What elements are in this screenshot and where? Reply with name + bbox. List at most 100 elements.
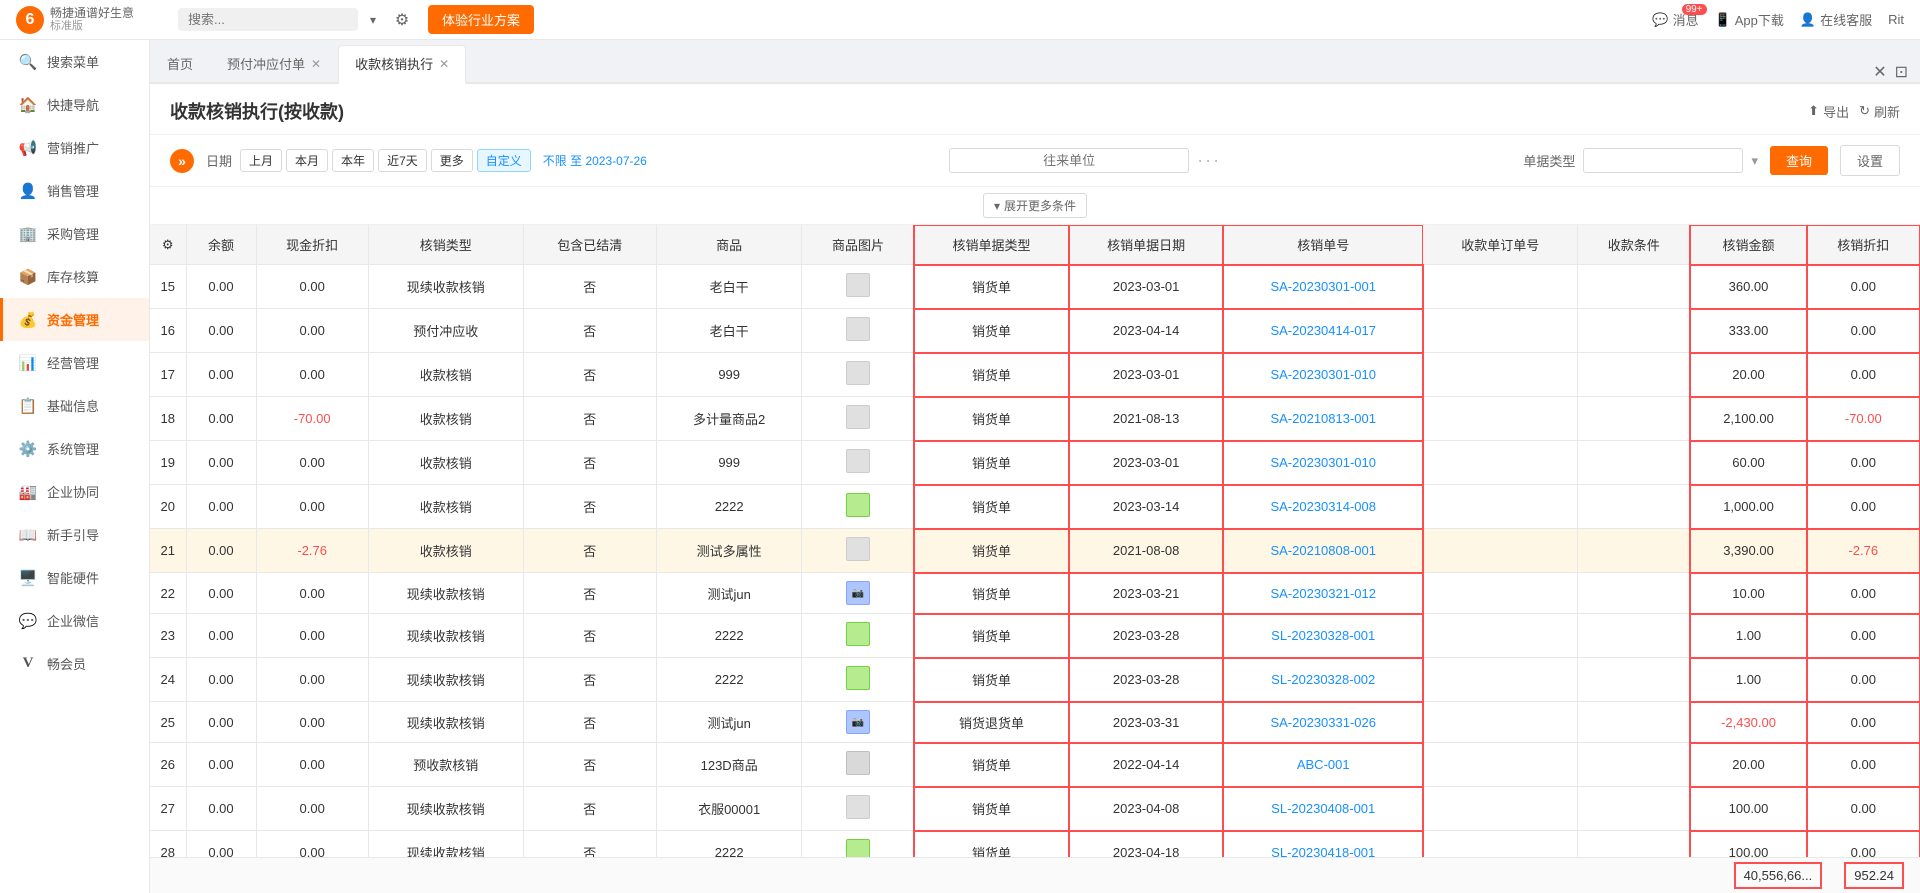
verify-no-link[interactable]: SA-20230301-010 [1270,367,1376,382]
wechat-icon: 💬 [19,612,37,630]
verify-no-link[interactable]: SL-20230408-001 [1271,801,1375,816]
date-btn-more[interactable]: 更多 [431,149,473,172]
verify-no-link[interactable]: SA-20230301-010 [1270,455,1376,470]
table-row[interactable]: 27 0.00 0.00 现续收款核销 否 衣服00001 销货单 2023-0… [150,787,1920,831]
settings-icon[interactable]: ⚙ [388,6,416,34]
date-btn-last-month[interactable]: 上月 [240,149,282,172]
sidebar-item-purchase[interactable]: 🏢 采购管理 [0,212,149,255]
cell-verify-voucher-type: 销货单 [914,614,1069,658]
table-row[interactable]: 18 0.00 -70.00 收款核销 否 多计量商品2 销货单 2021-08… [150,397,1920,441]
cell-verify-voucher-type: 销货单 [914,441,1069,485]
verify-no-link[interactable]: SA-20230321-012 [1270,586,1376,601]
date-btn-this-year[interactable]: 本年 [332,149,374,172]
sidebar-item-operation[interactable]: 📊 经营管理 [0,341,149,384]
verify-no-link[interactable]: ABC-001 [1297,757,1350,772]
verify-no-link[interactable]: SA-20210813-001 [1270,411,1376,426]
expand-more-btn[interactable]: ▾ 展开更多条件 [983,193,1087,218]
verify-no-link[interactable]: SL-20230328-002 [1271,672,1375,687]
refresh-btn[interactable]: ↻ 刷新 [1859,102,1900,121]
sidebar-item-marketing[interactable]: 📢 营销推广 [0,126,149,169]
sidebar-item-search[interactable]: 🔍 搜索菜单 [0,40,149,83]
sidebar-item-corp[interactable]: 🏭 企业协同 [0,470,149,513]
search-input[interactable] [178,8,358,31]
table-row[interactable]: 15 0.00 0.00 现续收款核销 否 老白干 销货单 2023-03-01… [150,265,1920,309]
cell-verify-discount: 0.00 [1807,702,1919,743]
cell-collect-condition [1578,441,1690,485]
table-row[interactable]: 25 0.00 0.00 现续收款核销 否 测试jun 📷 销货退货单 2023… [150,702,1920,743]
voucher-type-dropdown[interactable]: ▾ [1751,153,1758,169]
col-header-collect-order: 收款单订单号 [1423,225,1578,265]
cell-verify-date: 2023-04-08 [1069,787,1224,831]
table-row[interactable]: 24 0.00 0.00 现续收款核销 否 2222 销货单 2023-03-2… [150,658,1920,702]
cell-id: 15 [150,265,186,309]
verify-no-link[interactable]: SA-20230301-001 [1270,279,1376,294]
col-header-settings[interactable]: ⚙ [150,225,186,265]
table-row[interactable]: 20 0.00 0.00 收款核销 否 2222 销货单 2023-03-14 … [150,485,1920,529]
date-btn-custom[interactable]: 自定义 [477,149,531,172]
expand-btn[interactable]: » [170,149,194,173]
sidebar-item-vip[interactable]: V 畅会员 [0,642,149,685]
export-btn[interactable]: ⬆ 导出 [1808,102,1849,121]
tab-collection[interactable]: 收款核销执行 ✕ [338,45,466,84]
cell-verify-amount: 60.00 [1690,441,1807,485]
sidebar-item-quicknav[interactable]: 🏠 快捷导航 [0,83,149,126]
verify-no-link[interactable]: SL-20230328-001 [1271,628,1375,643]
sidebar-item-sales[interactable]: 👤 销售管理 [0,169,149,212]
verify-no-link[interactable]: SA-20230414-017 [1270,323,1376,338]
date-btn-7days[interactable]: 近7天 [378,149,427,172]
filter-dots[interactable]: ··· [1197,150,1221,171]
sidebar-item-guide[interactable]: 📖 新手引导 [0,513,149,556]
cell-collect-condition [1578,831,1690,858]
query-btn[interactable]: 查询 [1770,146,1828,175]
app-download-btn[interactable]: 📱 App下载 [1715,10,1784,29]
verify-no-link[interactable]: SL-20230418-001 [1271,845,1375,857]
export-icon: ⬆ [1808,103,1819,119]
voucher-type-input[interactable] [1583,148,1743,173]
filter-settings-btn[interactable]: 设置 [1840,145,1900,176]
table-row[interactable]: 28 0.00 0.00 现续收款核销 否 2222 销货单 2023-04-1… [150,831,1920,858]
cell-product-img [802,441,914,485]
cell-verify-type: 预付冲应收 [368,309,523,353]
search-dropdown-btn[interactable]: ▾ [370,13,376,27]
table-row[interactable]: 26 0.00 0.00 预收款核销 否 123D商品 销货单 2022-04-… [150,743,1920,787]
verify-no-link[interactable]: SA-20230331-026 [1270,715,1376,730]
cell-verify-date: 2023-03-01 [1069,353,1224,397]
cell-verify-amount: 2,100.00 [1690,397,1807,441]
cell-verify-discount: 0.00 [1807,743,1919,787]
user-btn[interactable]: Rit [1888,12,1904,27]
table-row[interactable]: 22 0.00 0.00 现续收款核销 否 测试jun 📷 销货单 2023-0… [150,573,1920,614]
cell-include-settled: 否 [523,309,657,353]
sidebar-item-basic[interactable]: 📋 基础信息 [0,384,149,427]
app-icon: 📱 [1715,12,1731,28]
tab-prepay-close[interactable]: ✕ [311,57,321,71]
table-row[interactable]: 23 0.00 0.00 现续收款核销 否 2222 销货单 2023-03-2… [150,614,1920,658]
sidebar-item-hardware[interactable]: 🖥️ 智能硬件 [0,556,149,599]
sidebar: 🔍 搜索菜单 🏠 快捷导航 📢 营销推广 👤 销售管理 🏢 采购管理 📦 库存核… [0,40,150,893]
table-row[interactable]: 19 0.00 0.00 收款核销 否 999 销货单 2023-03-01 S… [150,441,1920,485]
date-label: 日期 [206,151,232,170]
cell-verify-type: 现续收款核销 [368,787,523,831]
page-header: 收款核销执行(按收款) ⬆ 导出 ↻ 刷新 [150,84,1920,135]
sidebar-item-wechat[interactable]: 💬 企业微信 [0,599,149,642]
sidebar-item-inventory[interactable]: 📦 库存核算 [0,255,149,298]
partner-input[interactable] [949,148,1189,173]
date-btn-this-month[interactable]: 本月 [286,149,328,172]
tab-close-window-btn[interactable]: ✕ [1873,62,1886,82]
online-service-btn[interactable]: 👤 在线客服 [1800,10,1872,29]
table-row[interactable]: 16 0.00 0.00 预付冲应收 否 老白干 销货单 2023-04-14 … [150,309,1920,353]
message-btn[interactable]: 💬 消息 99+ [1652,10,1698,29]
sidebar-item-system[interactable]: ⚙️ 系统管理 [0,427,149,470]
tab-prepay[interactable]: 预付冲应付单 ✕ [210,45,338,82]
cell-verify-voucher-type: 销货单 [914,353,1069,397]
cell-collect-order [1423,614,1578,658]
tab-collection-close[interactable]: ✕ [439,57,449,71]
verify-no-link[interactable]: SA-20230314-008 [1270,499,1376,514]
industry-btn[interactable]: 体验行业方案 [428,5,534,34]
sidebar-item-finance[interactable]: 💰 资金管理 [0,298,149,341]
tab-maximize-btn[interactable]: ⊡ [1895,62,1908,82]
sales-icon: 👤 [19,182,37,200]
tab-home[interactable]: 首页 [150,45,210,82]
verify-no-link[interactable]: SA-20210808-001 [1270,543,1376,558]
table-row[interactable]: 21 0.00 -2.76 收款核销 否 测试多属性 销货单 2021-08-0… [150,529,1920,573]
table-row[interactable]: 17 0.00 0.00 收款核销 否 999 销货单 2023-03-01 S… [150,353,1920,397]
